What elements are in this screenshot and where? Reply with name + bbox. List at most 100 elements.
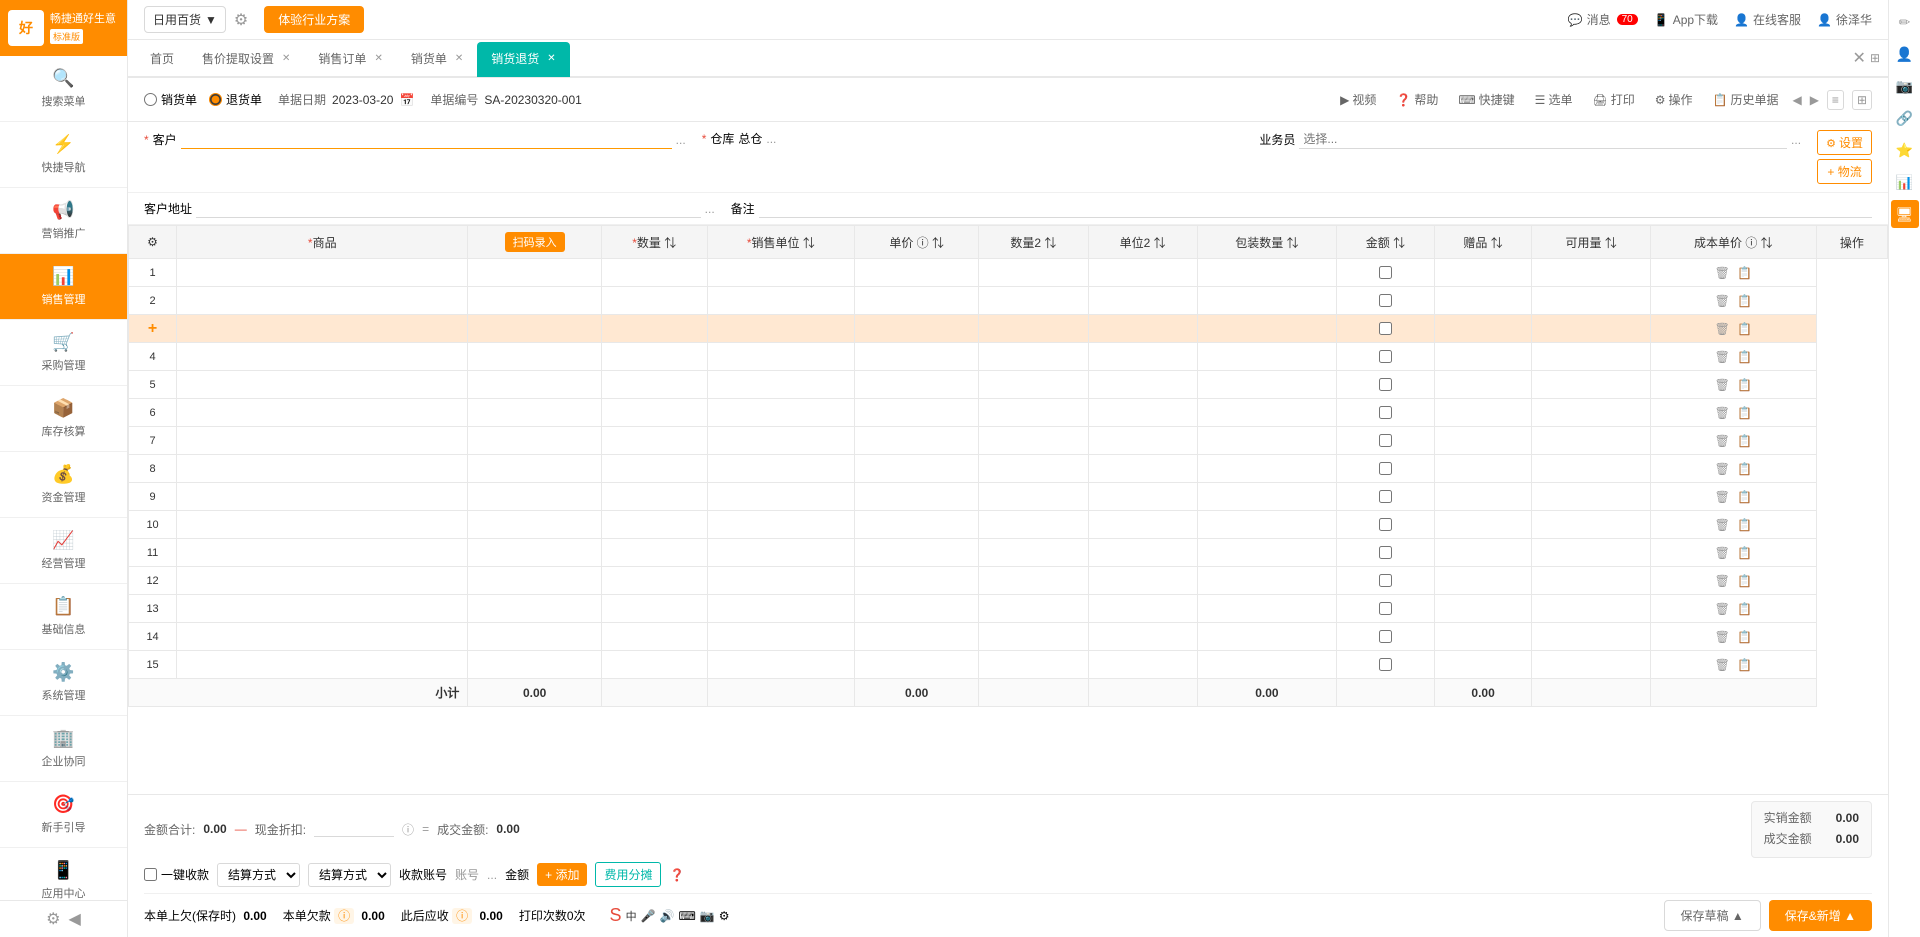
goods-cell-12[interactable]	[177, 567, 468, 595]
available-cell-12[interactable]	[1434, 567, 1532, 595]
copy-row-btn-3[interactable]: 📋	[1737, 322, 1752, 336]
qty2-cell-11[interactable]	[855, 539, 979, 567]
sidebar-item-basic[interactable]: 📋 基础信息	[0, 584, 127, 650]
qty-cell-9[interactable]	[468, 483, 601, 511]
delete-row-btn-4[interactable]: 🗑	[1715, 350, 1730, 364]
pack-qty-cell-6[interactable]	[1088, 399, 1197, 427]
amount-cell-9[interactable]	[1197, 483, 1336, 511]
unit2-cell-9[interactable]	[979, 483, 1088, 511]
right-sidebar-item1[interactable]: ✏	[1891, 8, 1919, 36]
amount-cell-11[interactable]	[1197, 539, 1336, 567]
unit2-cell-15[interactable]	[979, 651, 1088, 679]
copy-row-btn-8[interactable]: 📋	[1737, 462, 1752, 476]
gift-checkbox-13[interactable]	[1379, 602, 1392, 615]
pack-qty-cell-5[interactable]	[1088, 371, 1197, 399]
price-cell-9[interactable]	[707, 483, 854, 511]
close-sale-setting[interactable]: ✕	[282, 53, 290, 64]
qty-cell-5[interactable]	[468, 371, 601, 399]
pack-qty-cell-11[interactable]	[1088, 539, 1197, 567]
draft-dropdown-icon[interactable]: ▲	[1732, 909, 1744, 923]
price-cell-5[interactable]	[707, 371, 854, 399]
qty2-cell-2[interactable]	[855, 287, 979, 315]
available-cell-14[interactable]	[1434, 623, 1532, 651]
camera-icon[interactable]: 📷	[700, 909, 715, 923]
price-cell-4[interactable]	[707, 343, 854, 371]
close-all-tabs[interactable]: ✕	[1853, 48, 1866, 68]
unit2-cell-7[interactable]	[979, 427, 1088, 455]
copy-row-btn-9[interactable]: 📋	[1737, 490, 1752, 504]
unit-cell-13[interactable]	[601, 595, 707, 623]
price-cell-14[interactable]	[707, 623, 854, 651]
speaker-icon[interactable]: 🔊	[660, 909, 675, 923]
cost-cell-9[interactable]	[1532, 483, 1650, 511]
qty-cell-2[interactable]	[468, 287, 601, 315]
staff-input[interactable]	[1299, 130, 1787, 149]
gift-checkbox-3[interactable]	[1379, 322, 1392, 335]
gift-checkbox-6[interactable]	[1379, 406, 1392, 419]
copy-row-btn-4[interactable]: 📋	[1737, 350, 1752, 364]
print-btn[interactable]: 🖨 打印	[1586, 88, 1640, 111]
mic-icon[interactable]: 🎤	[641, 909, 656, 923]
cost-cell-6[interactable]	[1532, 399, 1650, 427]
select-btn[interactable]: ☰ 选单	[1529, 88, 1579, 111]
settings-icon[interactable]: ⚙	[719, 909, 730, 923]
unit-cell-10[interactable]	[601, 511, 707, 539]
scan-btn[interactable]: 扫码录入	[505, 232, 565, 252]
goods-cell-11[interactable]	[177, 539, 468, 567]
available-cell-6[interactable]	[1434, 399, 1532, 427]
customer-input[interactable]	[181, 130, 672, 149]
unit-cell-11[interactable]	[601, 539, 707, 567]
delete-row-btn-3[interactable]: 🗑	[1715, 322, 1730, 336]
unit-cell-14[interactable]	[601, 623, 707, 651]
price-cell-13[interactable]	[707, 595, 854, 623]
pack-qty-cell-14[interactable]	[1088, 623, 1197, 651]
price-cell-15[interactable]	[707, 651, 854, 679]
amount-cell-4[interactable]	[1197, 343, 1336, 371]
unit-cell-4[interactable]	[601, 343, 707, 371]
amount-cell-5[interactable]	[1197, 371, 1336, 399]
unit2-cell-12[interactable]	[979, 567, 1088, 595]
available-cell-8[interactable]	[1434, 455, 1532, 483]
sidebar-collapse-btn[interactable]: ◀	[69, 909, 81, 929]
qty-cell-10[interactable]	[468, 511, 601, 539]
qty-cell-8[interactable]	[468, 455, 601, 483]
qty2-cell-10[interactable]	[855, 511, 979, 539]
qty2-cell-9[interactable]	[855, 483, 979, 511]
cost-cell-13[interactable]	[1532, 595, 1650, 623]
remark-input[interactable]	[759, 199, 1872, 218]
unit-cell-15[interactable]	[601, 651, 707, 679]
copy-row-btn-6[interactable]: 📋	[1737, 406, 1752, 420]
qty-cell-12[interactable]	[468, 567, 601, 595]
save-dropdown-icon[interactable]: ▲	[1844, 909, 1856, 923]
next-record-btn[interactable]: ▶	[1810, 93, 1819, 107]
qty-cell-4[interactable]	[468, 343, 601, 371]
unit2-cell-6[interactable]	[979, 399, 1088, 427]
gift-checkbox-9[interactable]	[1379, 490, 1392, 503]
goods-cell-15[interactable]	[177, 651, 468, 679]
unit-cell-3[interactable]	[601, 315, 707, 343]
cost-cell-5[interactable]	[1532, 371, 1650, 399]
price-cell-6[interactable]	[707, 399, 854, 427]
list-view-btn[interactable]: ≡	[1827, 90, 1844, 110]
delete-row-btn-6[interactable]: 🗑	[1715, 406, 1730, 420]
available-cell-9[interactable]	[1434, 483, 1532, 511]
calc-select[interactable]: 结算方式	[308, 863, 391, 887]
tab-sale-goods[interactable]: 销货单 ✕	[397, 42, 477, 77]
copy-row-btn-11[interactable]: 📋	[1737, 546, 1752, 560]
address-input[interactable]	[196, 199, 701, 218]
goods-cell-9[interactable]	[177, 483, 468, 511]
available-cell-7[interactable]	[1434, 427, 1532, 455]
maximize-btn[interactable]: ⊞	[1870, 51, 1880, 65]
tab-home[interactable]: 首页	[136, 42, 188, 77]
cost-cell-12[interactable]	[1532, 567, 1650, 595]
delete-row-btn-9[interactable]: 🗑	[1715, 490, 1730, 504]
help-btn[interactable]: ❓ 帮助	[1390, 88, 1444, 111]
gift-checkbox-7[interactable]	[1379, 434, 1392, 447]
price-cell-12[interactable]	[707, 567, 854, 595]
cost-cell-4[interactable]	[1532, 343, 1650, 371]
sidebar-item-newbie[interactable]: 🎯 新手引导	[0, 782, 127, 848]
qty-cell-3[interactable]	[468, 315, 601, 343]
qty-cell-11[interactable]	[468, 539, 601, 567]
amount-cell-12[interactable]	[1197, 567, 1336, 595]
right-sidebar-item7[interactable]: 🖥	[1891, 200, 1919, 228]
